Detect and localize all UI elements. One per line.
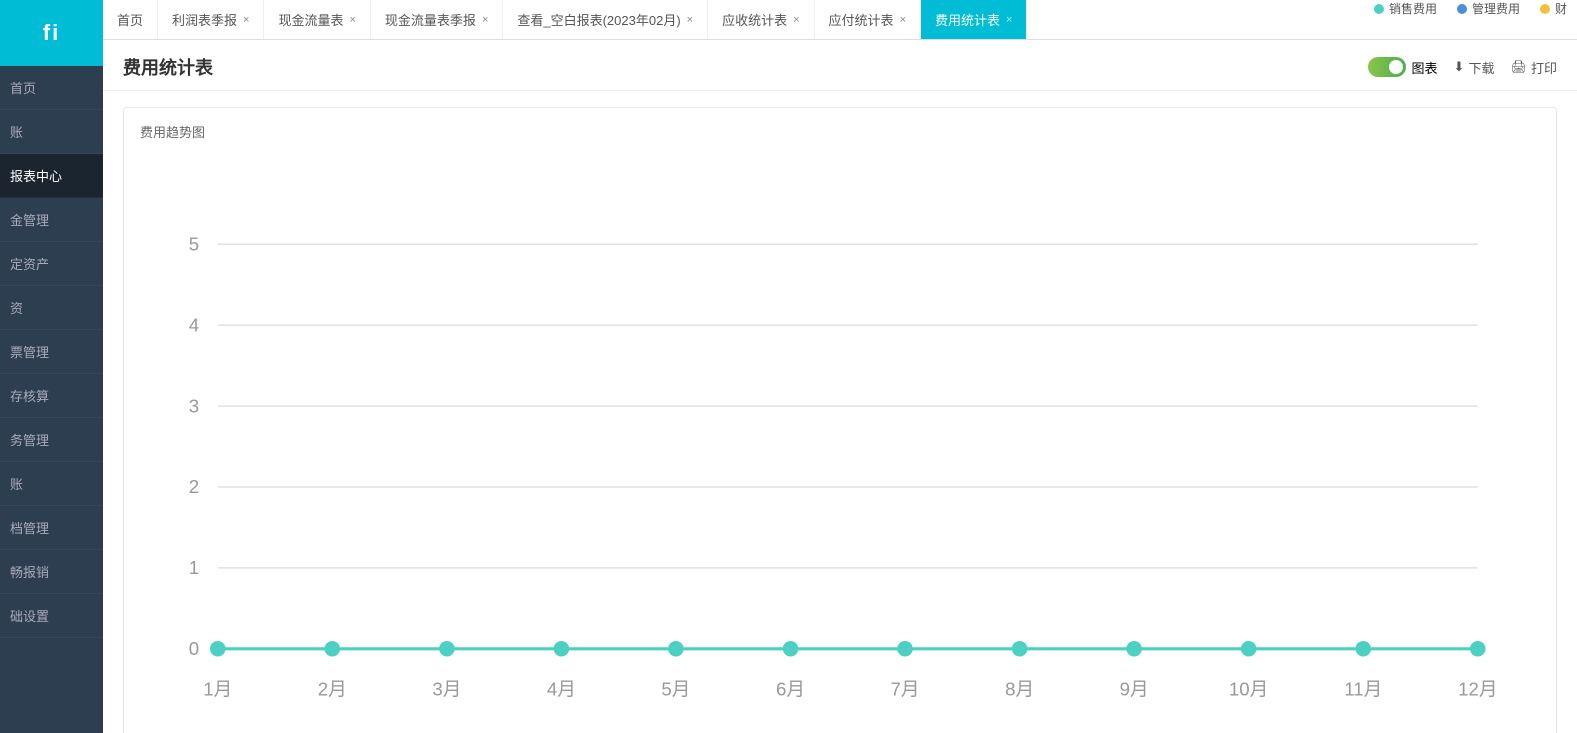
sidebar-item-account[interactable]: 账 (0, 110, 103, 154)
dot-9 (1126, 641, 1142, 657)
svg-text:9月: 9月 (1120, 678, 1149, 699)
tab-close-icon[interactable]: × (900, 14, 906, 26)
sidebar-item-settings[interactable]: 础设置 (0, 594, 103, 638)
svg-text:4月: 4月 (547, 678, 576, 699)
print-button[interactable]: 🖨 打印 (1510, 58, 1557, 77)
dot-1 (210, 641, 226, 657)
tab-payable[interactable]: 应付统计表 × (815, 0, 921, 39)
tab-expense-stats[interactable]: 费用统计表 × (921, 0, 1027, 39)
tab-close-icon[interactable]: × (793, 14, 799, 26)
dot-5 (668, 641, 684, 657)
svg-text:7月: 7月 (890, 678, 919, 699)
tab-bar: 首页 利润表季报 × 现金流量表 × 现金流量表季报 × 查看_空白报表(202… (103, 0, 1577, 40)
dot-11 (1356, 641, 1372, 657)
toggle-label: 图表 (1412, 58, 1438, 77)
svg-text:11月: 11月 (1344, 678, 1382, 699)
main-area: 首页 利润表季报 × 现金流量表 × 现金流量表季报 × 查看_空白报表(202… (103, 0, 1577, 733)
chart-svg: 5 4 3 2 1 0 (140, 151, 1540, 733)
page-content: 费用统计表 图表 ⬇ 下载 🖨 打印 (103, 40, 1577, 733)
svg-text:1: 1 (189, 557, 199, 578)
svg-text:3月: 3月 (432, 678, 461, 699)
download-label: 下载 (1468, 58, 1494, 77)
sidebar-item-services[interactable]: 务管理 (0, 418, 103, 462)
tab-close-icon[interactable]: × (1006, 14, 1012, 26)
tab-close-icon[interactable]: × (349, 14, 355, 26)
svg-text:10月: 10月 (1229, 678, 1268, 699)
svg-text:8月: 8月 (1005, 678, 1034, 699)
svg-text:3: 3 (189, 395, 199, 416)
download-button[interactable]: ⬇ 下载 (1454, 58, 1495, 77)
chart-svg-wrap: 5 4 3 2 1 0 (140, 151, 1540, 733)
chart-toggle[interactable] (1368, 57, 1406, 77)
svg-text:6月: 6月 (776, 678, 805, 699)
sidebar-item-expense[interactable]: 畅报销 (0, 550, 103, 594)
app-logo: fi (0, 0, 103, 66)
svg-text:12月: 12月 (1458, 678, 1497, 699)
svg-text:5月: 5月 (661, 678, 690, 699)
sidebar-item-tickets[interactable]: 票管理 (0, 330, 103, 374)
svg-text:1月: 1月 (203, 678, 232, 699)
tab-cashflow-quarterly[interactable]: 现金流量表季报 × (371, 0, 503, 39)
sidebar-scroll: 首页 账 报表中心 金管理 定资产 资 票管理 存核算 务管理 账 档管理 畅报… (0, 66, 103, 733)
tab-close-icon[interactable]: × (482, 14, 488, 26)
chart-toggle-wrap: 图表 (1368, 57, 1438, 77)
tab-blank-report[interactable]: 查看_空白报表(2023年02月) × (503, 0, 708, 39)
sidebar-item-ledger[interactable]: 账 (0, 462, 103, 506)
header-actions: 图表 ⬇ 下载 🖨 打印 (1368, 57, 1557, 77)
tab-receivable[interactable]: 应收统计表 × (708, 0, 814, 39)
print-icon: 🖨 (1510, 59, 1527, 75)
svg-text:0: 0 (189, 638, 199, 659)
svg-text:2: 2 (189, 476, 199, 497)
tab-close-icon[interactable]: × (687, 14, 693, 26)
dot-2 (324, 641, 340, 657)
page-header: 费用统计表 图表 ⬇ 下载 🖨 打印 (103, 40, 1577, 91)
dot-3 (439, 641, 455, 657)
sidebar-item-assets[interactable]: 定资产 (0, 242, 103, 286)
svg-text:4: 4 (189, 314, 199, 335)
sidebar-item-home[interactable]: 首页 (0, 66, 103, 110)
tab-home[interactable]: 首页 (103, 0, 158, 39)
sidebar: fi 首页 账 报表中心 金管理 定资产 资 票管理 存核算 务管理 账 档管理… (0, 0, 103, 733)
tab-cashflow[interactable]: 现金流量表 × (264, 0, 370, 39)
sidebar-item-capital[interactable]: 资 (0, 286, 103, 330)
page-inner: 费用统计表 图表 ⬇ 下载 🖨 打印 (103, 40, 1577, 733)
svg-text:5: 5 (189, 234, 199, 255)
chart-title: 费用趋势图 (140, 122, 1540, 141)
chart-area: 费用趋势图 销售费用 管理费用 财 (123, 107, 1557, 733)
sidebar-item-files[interactable]: 档管理 (0, 506, 103, 550)
svg-text:2月: 2月 (318, 678, 347, 699)
dot-8 (1012, 641, 1028, 657)
sidebar-item-reports[interactable]: 报表中心 (0, 154, 103, 198)
dot-4 (554, 641, 570, 657)
tab-close-icon[interactable]: × (243, 14, 249, 26)
dot-6 (783, 641, 799, 657)
tab-profit-quarterly[interactable]: 利润表季报 × (158, 0, 264, 39)
dot-10 (1241, 641, 1257, 657)
dot-12 (1470, 641, 1486, 657)
sidebar-item-inventory[interactable]: 存核算 (0, 374, 103, 418)
print-label: 打印 (1531, 58, 1557, 77)
dot-7 (897, 641, 913, 657)
sidebar-item-cash[interactable]: 金管理 (0, 198, 103, 242)
download-icon: ⬇ (1454, 59, 1465, 75)
page-title: 费用统计表 (123, 54, 213, 80)
